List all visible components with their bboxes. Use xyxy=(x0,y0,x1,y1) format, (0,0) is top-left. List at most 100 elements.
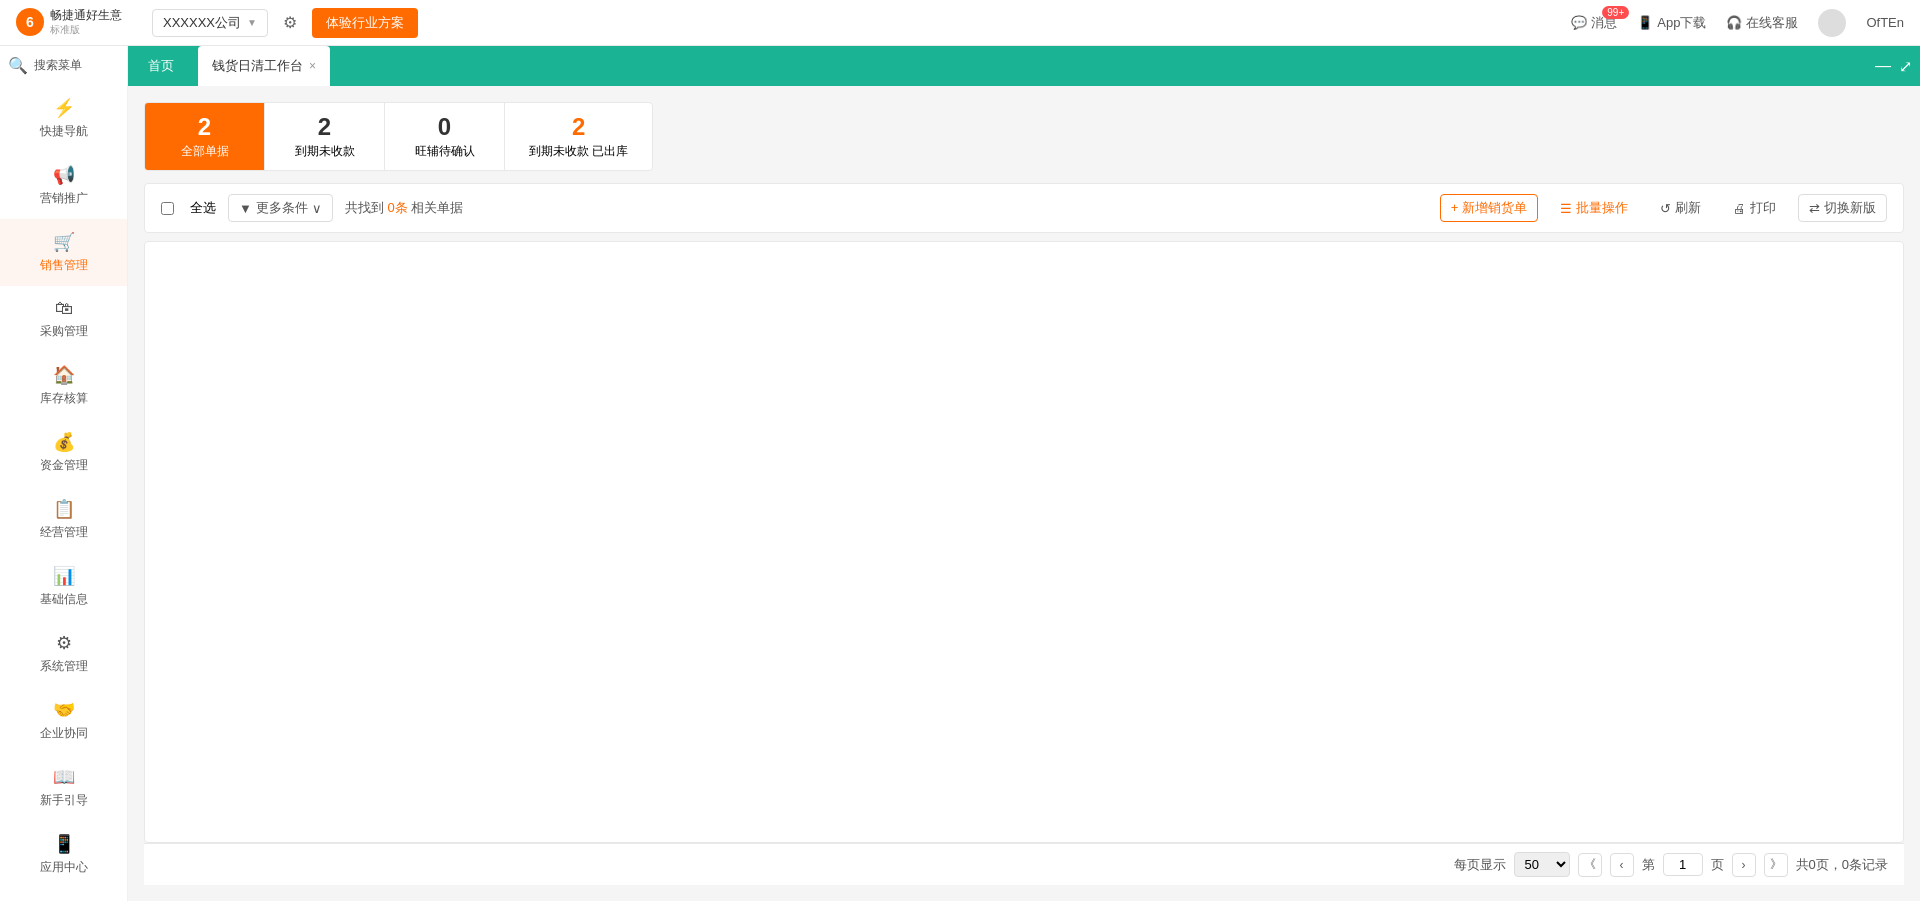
app-logo-icon: 6 xyxy=(16,8,44,36)
logo-area: 6 畅捷通好生意 标准版 xyxy=(16,8,144,36)
tab-collapse-button[interactable]: — xyxy=(1875,57,1891,75)
sidebar-item-quick-nav[interactable]: ⚡ 快捷导航 xyxy=(0,85,127,152)
company-dropdown-arrow: ▼ xyxy=(247,17,257,28)
guide-icon: 📖 xyxy=(53,766,75,788)
print-button[interactable]: 🖨 打印 xyxy=(1723,195,1786,221)
prev-page-button[interactable]: ‹ xyxy=(1610,853,1634,877)
tab-home[interactable]: 首页 xyxy=(128,46,194,86)
page-label: 页 xyxy=(1711,856,1724,874)
stat-num-overdue: 2 xyxy=(289,113,360,141)
page-size-select[interactable]: 50 10 20 100 xyxy=(1514,852,1570,877)
print-icon: 🖨 xyxy=(1733,201,1746,216)
pagination: 每页显示 50 10 20 100 《 ‹ 第 页 › 》 共0页，0条记录 xyxy=(144,843,1904,885)
last-page-button[interactable]: 》 xyxy=(1764,853,1788,877)
cooperation-icon: 🤝 xyxy=(53,699,75,721)
tab-close-button[interactable]: × xyxy=(309,59,316,73)
system-icon: ⚙ xyxy=(56,632,72,654)
tab-expand-button[interactable]: ⤢ xyxy=(1899,57,1912,76)
switch-version-button[interactable]: ⇄ 切换新版 xyxy=(1798,194,1887,222)
refresh-label: 刷新 xyxy=(1675,199,1701,217)
sidebar-label-inventory: 库存核算 xyxy=(40,390,88,407)
settings-button[interactable]: ⚙ xyxy=(276,9,304,37)
toolbar-right: + 新增销货单 ☰ 批量操作 ↺ 刷新 🖨 打印 ⇄ xyxy=(1440,194,1887,222)
sidebar-item-marketing[interactable]: 📢 营销推广 xyxy=(0,152,127,219)
finance-icon: 💰 xyxy=(53,431,75,453)
search-menu-label: 搜索菜单 xyxy=(34,57,82,74)
sidebar-item-sales[interactable]: 🛒 销售管理 xyxy=(0,219,127,286)
operations-icon: 📋 xyxy=(53,498,75,520)
tab-bar-right: — ⤢ xyxy=(1875,57,1920,76)
inventory-icon: 🏠 xyxy=(53,364,75,386)
table-area xyxy=(144,241,1904,843)
online-service-item[interactable]: 🎧 在线客服 xyxy=(1726,14,1798,32)
page-number-input[interactable] xyxy=(1663,853,1703,876)
message-icon: 💬 xyxy=(1571,15,1587,30)
sales-icon: 🛒 xyxy=(53,231,75,253)
top-header: 6 畅捷通好生意 标准版 XXXXXX公司 ▼ ⚙ 体验行业方案 💬 消息 99… xyxy=(0,0,1920,46)
stat-label-all: 全部单据 xyxy=(169,143,240,160)
first-page-button[interactable]: 《 xyxy=(1578,853,1602,877)
online-service-label: 在线客服 xyxy=(1746,14,1798,32)
next-page-button[interactable]: › xyxy=(1732,853,1756,877)
sidebar-label-operations: 经营管理 xyxy=(40,524,88,541)
total-text: 共0页，0条记录 xyxy=(1796,856,1888,874)
app-center-icon: 📱 xyxy=(53,833,75,855)
message-item[interactable]: 💬 消息 99+ xyxy=(1571,14,1617,32)
sidebar-item-base-info[interactable]: 📊 基础信息 xyxy=(0,553,127,620)
sidebar-item-inventory[interactable]: 🏠 库存核算 xyxy=(0,352,127,419)
sidebar-label-cooperation: 企业协同 xyxy=(40,725,88,742)
main-layout: 🔍 搜索菜单 ⚡ 快捷导航 📢 营销推广 🛒 销售管理 🛍 采购管理 🏠 库存核… xyxy=(0,46,1920,901)
sidebar-item-cooperation[interactable]: 🤝 企业协同 xyxy=(0,687,127,754)
stat-label-overdue-shipped: 到期未收款 已出库 xyxy=(529,143,628,160)
batch-button[interactable]: ☰ 批量操作 xyxy=(1550,195,1638,221)
tab-label: 钱货日清工作台 xyxy=(212,57,303,75)
sidebar-item-system[interactable]: ⚙ 系统管理 xyxy=(0,620,127,687)
header-right: 💬 消息 99+ 📱 App下载 🎧 在线客服 OfTEn xyxy=(1571,9,1904,37)
sidebar-label-guide: 新手引导 xyxy=(40,792,88,809)
sidebar-label-system: 系统管理 xyxy=(40,658,88,675)
select-all-checkbox[interactable] xyxy=(161,202,174,215)
filter-label: 更多条件 xyxy=(256,199,308,217)
found-count: 0条 xyxy=(388,200,408,215)
stat-tab-overdue-shipped[interactable]: 2 到期未收款 已出库 xyxy=(505,103,652,170)
tab-bar: 首页 钱货日清工作台 × — ⤢ xyxy=(128,46,1920,86)
stat-tab-pending[interactable]: 0 旺辅待确认 xyxy=(385,103,505,170)
logo-text-block: 畅捷通好生意 标准版 xyxy=(50,8,122,36)
batch-label: 批量操作 xyxy=(1576,199,1628,217)
stats-tabs: 2 全部单据 2 到期未收款 0 旺辅待确认 2 到期未收款 已出库 xyxy=(144,102,653,171)
search-menu[interactable]: 🔍 搜索菜单 xyxy=(0,46,127,85)
page-content: 2 全部单据 2 到期未收款 0 旺辅待确认 2 到期未收款 已出库 xyxy=(128,86,1920,901)
filter-arrow: ∨ xyxy=(312,201,322,216)
print-label: 打印 xyxy=(1750,199,1776,217)
page-size-label: 每页显示 xyxy=(1454,856,1506,874)
filter-icon: ▼ xyxy=(239,201,252,216)
user-avatar[interactable] xyxy=(1818,9,1846,37)
sidebar-item-app-center[interactable]: 📱 应用中心 xyxy=(0,821,127,888)
sidebar: 🔍 搜索菜单 ⚡ 快捷导航 📢 营销推广 🛒 销售管理 🛍 采购管理 🏠 库存核… xyxy=(0,46,128,901)
experience-button[interactable]: 体验行业方案 xyxy=(312,8,418,38)
batch-icon: ☰ xyxy=(1560,201,1572,216)
tab-active[interactable]: 钱货日清工作台 × xyxy=(198,46,330,86)
stat-tab-all[interactable]: 2 全部单据 xyxy=(145,103,265,170)
refresh-button[interactable]: ↺ 刷新 xyxy=(1650,195,1711,221)
sidebar-label-sales: 销售管理 xyxy=(40,257,88,274)
company-selector[interactable]: XXXXXX公司 ▼ xyxy=(152,9,268,37)
app-download-item[interactable]: 📱 App下载 xyxy=(1637,14,1706,32)
message-badge: 99+ xyxy=(1602,6,1629,19)
switch-label: 切换新版 xyxy=(1824,199,1876,217)
stat-num-pending: 0 xyxy=(409,113,480,141)
filter-button[interactable]: ▼ 更多条件 ∨ xyxy=(228,194,333,222)
sidebar-item-finance[interactable]: 💰 资金管理 xyxy=(0,419,127,486)
sidebar-label-base-info: 基础信息 xyxy=(40,591,88,608)
found-text: 共找到 0条 相关单据 xyxy=(345,199,463,217)
add-sales-button[interactable]: + 新增销货单 xyxy=(1440,194,1538,222)
refresh-icon: ↺ xyxy=(1660,201,1671,216)
sidebar-item-guide[interactable]: 📖 新手引导 xyxy=(0,754,127,821)
sidebar-item-enterprise-wechat[interactable]: 💬 企业微信 xyxy=(0,888,127,901)
stat-label-overdue: 到期未收款 xyxy=(289,143,360,160)
stat-tab-overdue[interactable]: 2 到期未收款 xyxy=(265,103,385,170)
sidebar-item-purchase[interactable]: 🛍 采购管理 xyxy=(0,286,127,352)
sidebar-item-operations[interactable]: 📋 经营管理 xyxy=(0,486,127,553)
sidebar-label-finance: 资金管理 xyxy=(40,457,88,474)
stat-num-overdue-shipped: 2 xyxy=(529,113,628,141)
